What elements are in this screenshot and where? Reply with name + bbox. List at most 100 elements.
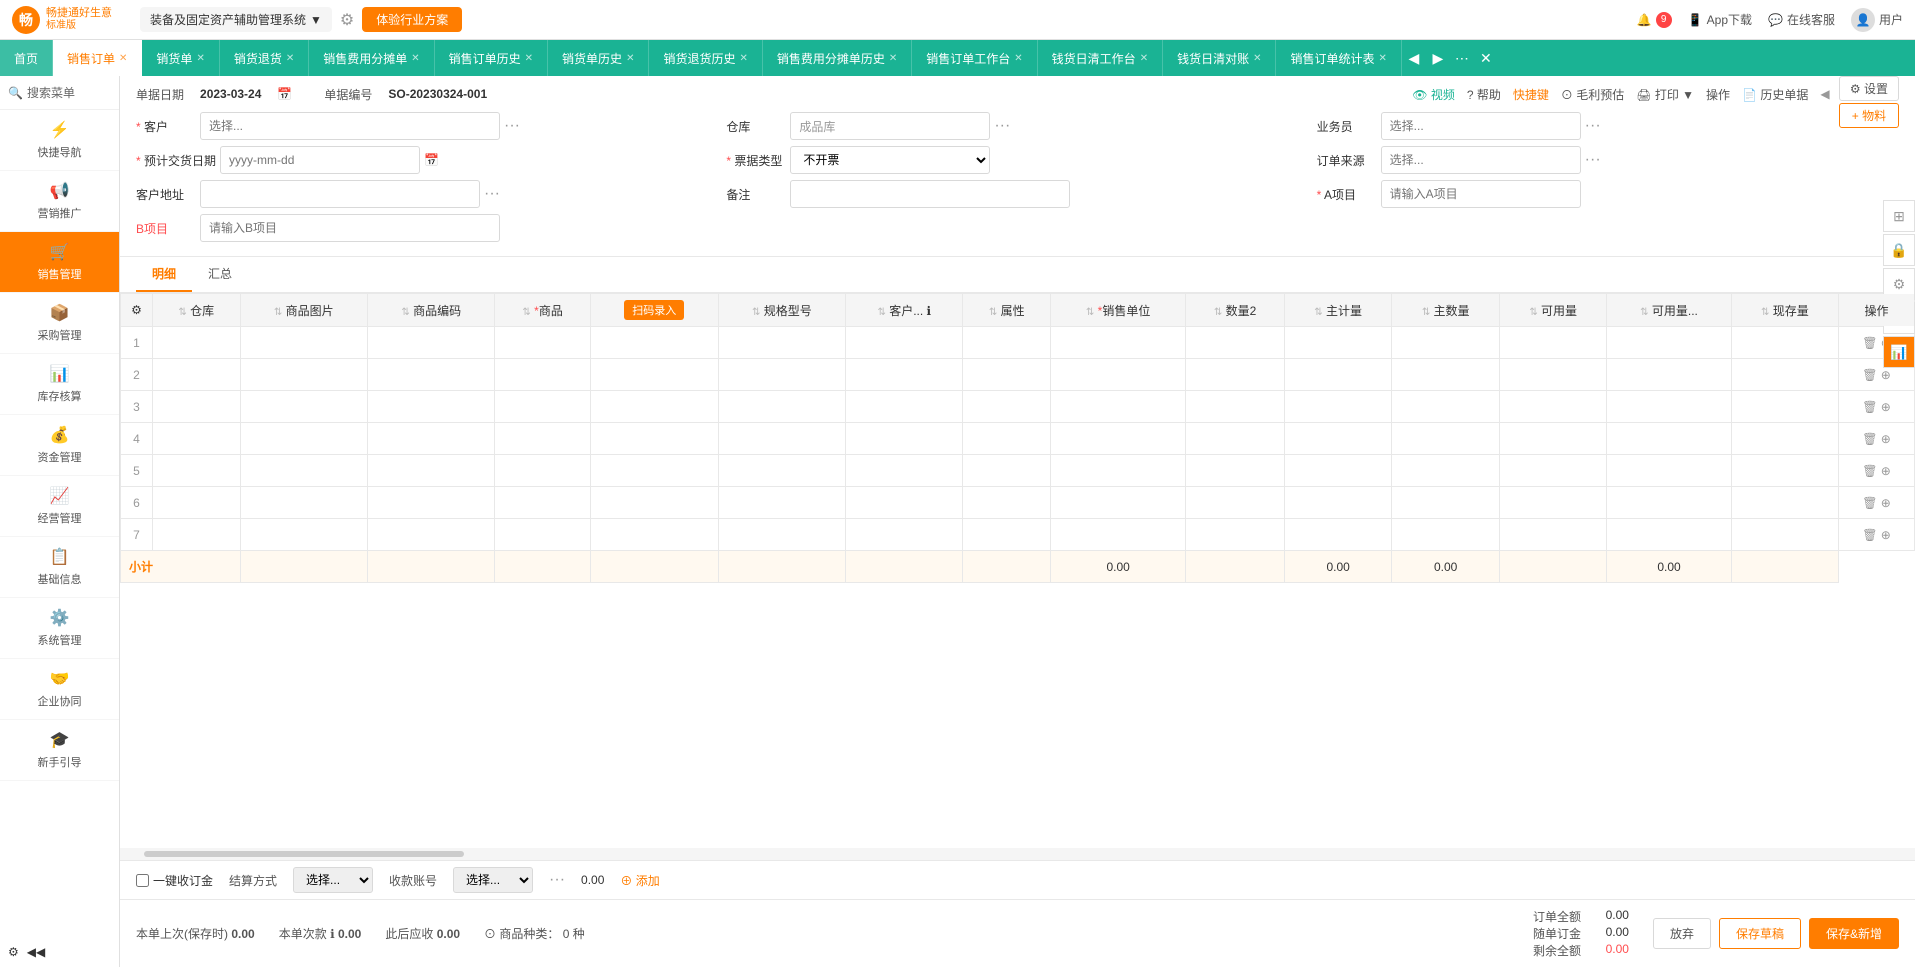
tab-close-icon[interactable]: ✕	[286, 53, 294, 64]
salesperson-input[interactable]	[1381, 112, 1581, 140]
order-source-dots[interactable]: ···	[1585, 151, 1601, 169]
collapse-icon[interactable]: ◀◀	[27, 945, 45, 959]
help-link[interactable]: ? 帮助	[1467, 86, 1501, 103]
online-service-item[interactable]: 💬 在线客服	[1768, 11, 1835, 28]
tab-close-icon[interactable]: ✕	[525, 53, 533, 64]
sidebar-item-inventory[interactable]: 📊 库存核算	[0, 354, 119, 415]
cell-spec-3[interactable]	[718, 391, 845, 423]
remark-input[interactable]	[790, 180, 1070, 208]
tab-return-history[interactable]: 销货退货历史 ✕	[649, 40, 762, 76]
cell-avail-2[interactable]	[1499, 359, 1607, 391]
operation-link[interactable]: 操作	[1706, 86, 1730, 103]
scroll-thumb[interactable]	[144, 851, 464, 857]
save-button[interactable]: 保存&新增	[1809, 918, 1899, 949]
cell-spec-1[interactable]	[718, 327, 845, 359]
cell-warehouse-1[interactable]	[153, 327, 241, 359]
cell-stock-2[interactable]	[1731, 359, 1839, 391]
cell-main-qty-3[interactable]	[1392, 391, 1500, 423]
copy-icon[interactable]: ⊕	[1881, 368, 1891, 382]
tab-close-icon[interactable]: ✕	[739, 53, 747, 64]
tab-close-icon[interactable]: ✕	[196, 53, 204, 64]
cell-avail2-1[interactable]	[1607, 327, 1731, 359]
cell-image-1[interactable]	[240, 327, 367, 359]
delete-icon[interactable]: 🗑	[1862, 432, 1877, 446]
cell-warehouse-2[interactable]	[153, 359, 241, 391]
tab-close-icon[interactable]: ✕	[889, 53, 897, 64]
solution-button[interactable]: 体验行业方案	[362, 7, 462, 32]
delivery-calendar-icon[interactable]: 📅	[424, 153, 439, 167]
calendar-icon[interactable]: 📅	[277, 87, 292, 101]
cell-customer-3[interactable]	[846, 391, 963, 423]
tab-sales-order-history[interactable]: 销售订单历史 ✕	[435, 40, 548, 76]
sidebar-item-system[interactable]: ⚙️ 系统管理	[0, 598, 119, 659]
cell-image-3[interactable]	[240, 391, 367, 423]
tab-close-all[interactable]: ✕	[1474, 40, 1498, 76]
tab-sales-stats[interactable]: 销售订单统计表 ✕	[1276, 40, 1401, 76]
sidebar-search[interactable]: 🔍 搜索菜单	[0, 76, 119, 110]
tab-workbench[interactable]: 销售订单工作台 ✕	[912, 40, 1037, 76]
tab-close-icon[interactable]: ✕	[411, 53, 419, 64]
cell-main-qty-1[interactable]	[1392, 327, 1500, 359]
cell-scan-1[interactable]	[590, 327, 718, 359]
scan-button[interactable]: 扫码录入	[624, 300, 684, 320]
cell-code-3[interactable]	[368, 391, 495, 423]
settings-icon[interactable]: ⚙	[340, 10, 354, 30]
tab-sales-expense[interactable]: 销售费用分摊单 ✕	[309, 40, 434, 76]
sidebar-item-operation[interactable]: 📈 经营管理	[0, 476, 119, 537]
sidebar-item-sales[interactable]: 🛒 销售管理	[0, 232, 119, 293]
one-click-checkbox[interactable]	[136, 874, 149, 887]
cell-attr-3[interactable]	[963, 391, 1051, 423]
salesperson-dots[interactable]: ···	[1585, 117, 1601, 135]
cell-qty2-2[interactable]	[1186, 359, 1285, 391]
payment-select[interactable]: 选择...	[293, 867, 373, 893]
col-setting[interactable]: ⚙	[121, 294, 153, 327]
tab-summary[interactable]: 汇总	[192, 257, 248, 292]
delivery-input[interactable]	[220, 146, 420, 174]
account-dots[interactable]: ···	[549, 871, 565, 889]
system-name[interactable]: 装备及固定资产辅助管理系统 ▼	[140, 7, 332, 32]
draft-button[interactable]: 保存草稿	[1719, 918, 1801, 949]
sidebar-item-collaboration[interactable]: 🤝 企业协同	[0, 659, 119, 720]
warehouse-dots[interactable]: ···	[994, 117, 1010, 135]
cell-main-unit-3[interactable]	[1284, 391, 1392, 423]
sidebar-item-purchase[interactable]: 📦 采购管理	[0, 293, 119, 354]
view-link[interactable]: 👁 视频	[1412, 86, 1455, 103]
copy-icon[interactable]: ⊕	[1881, 528, 1891, 542]
sidebar-item-quick-nav[interactable]: ⚡ 快捷导航	[0, 110, 119, 171]
cell-unit-2[interactable]	[1051, 359, 1186, 391]
address-input[interactable]	[200, 180, 480, 208]
cell-avail-1[interactable]	[1499, 327, 1607, 359]
address-dots[interactable]: ···	[484, 185, 500, 203]
cell-qty2-1[interactable]	[1186, 327, 1285, 359]
cell-goods-1[interactable]	[495, 327, 590, 359]
tab-sales-return[interactable]: 销货退货 ✕	[220, 40, 309, 76]
copy-icon[interactable]: ⊕	[1881, 464, 1891, 478]
cell-unit-1[interactable]	[1051, 327, 1186, 359]
cell-code-2[interactable]	[368, 359, 495, 391]
cell-action-6[interactable]: 🗑 ⊕	[1839, 487, 1915, 519]
cell-code-1[interactable]	[368, 327, 495, 359]
cell-main-unit-2[interactable]	[1284, 359, 1392, 391]
cell-avail-3[interactable]	[1499, 391, 1607, 423]
right-btn-5[interactable]: 📊	[1883, 336, 1915, 368]
cell-scan-2[interactable]	[590, 359, 718, 391]
cell-attr-1[interactable]	[963, 327, 1051, 359]
copy-icon[interactable]: ⊕	[1881, 432, 1891, 446]
tab-close-icon[interactable]: ✕	[1140, 53, 1148, 64]
cell-main-qty-2[interactable]	[1392, 359, 1500, 391]
delete-icon[interactable]: 🗑	[1862, 336, 1877, 350]
notification-item[interactable]: 🔔 9	[1637, 12, 1672, 28]
history-link[interactable]: 📄 历史单据	[1742, 86, 1808, 103]
cell-goods-2[interactable]	[495, 359, 590, 391]
cell-qty2-3[interactable]	[1186, 391, 1285, 423]
warehouse-input[interactable]	[790, 112, 990, 140]
col-scan[interactable]: 扫码录入	[590, 294, 718, 327]
tab-prev-arrow[interactable]: ◀	[1402, 40, 1426, 76]
settings-button[interactable]: ⚙ 设置	[1839, 76, 1899, 101]
tab-goods-history[interactable]: 销货单历史 ✕	[548, 40, 649, 76]
cell-scan-3[interactable]	[590, 391, 718, 423]
cell-avail2-2[interactable]	[1607, 359, 1731, 391]
cell-main-unit-1[interactable]	[1284, 327, 1392, 359]
user-item[interactable]: 👤 用户	[1851, 8, 1903, 32]
cell-goods-3[interactable]	[495, 391, 590, 423]
